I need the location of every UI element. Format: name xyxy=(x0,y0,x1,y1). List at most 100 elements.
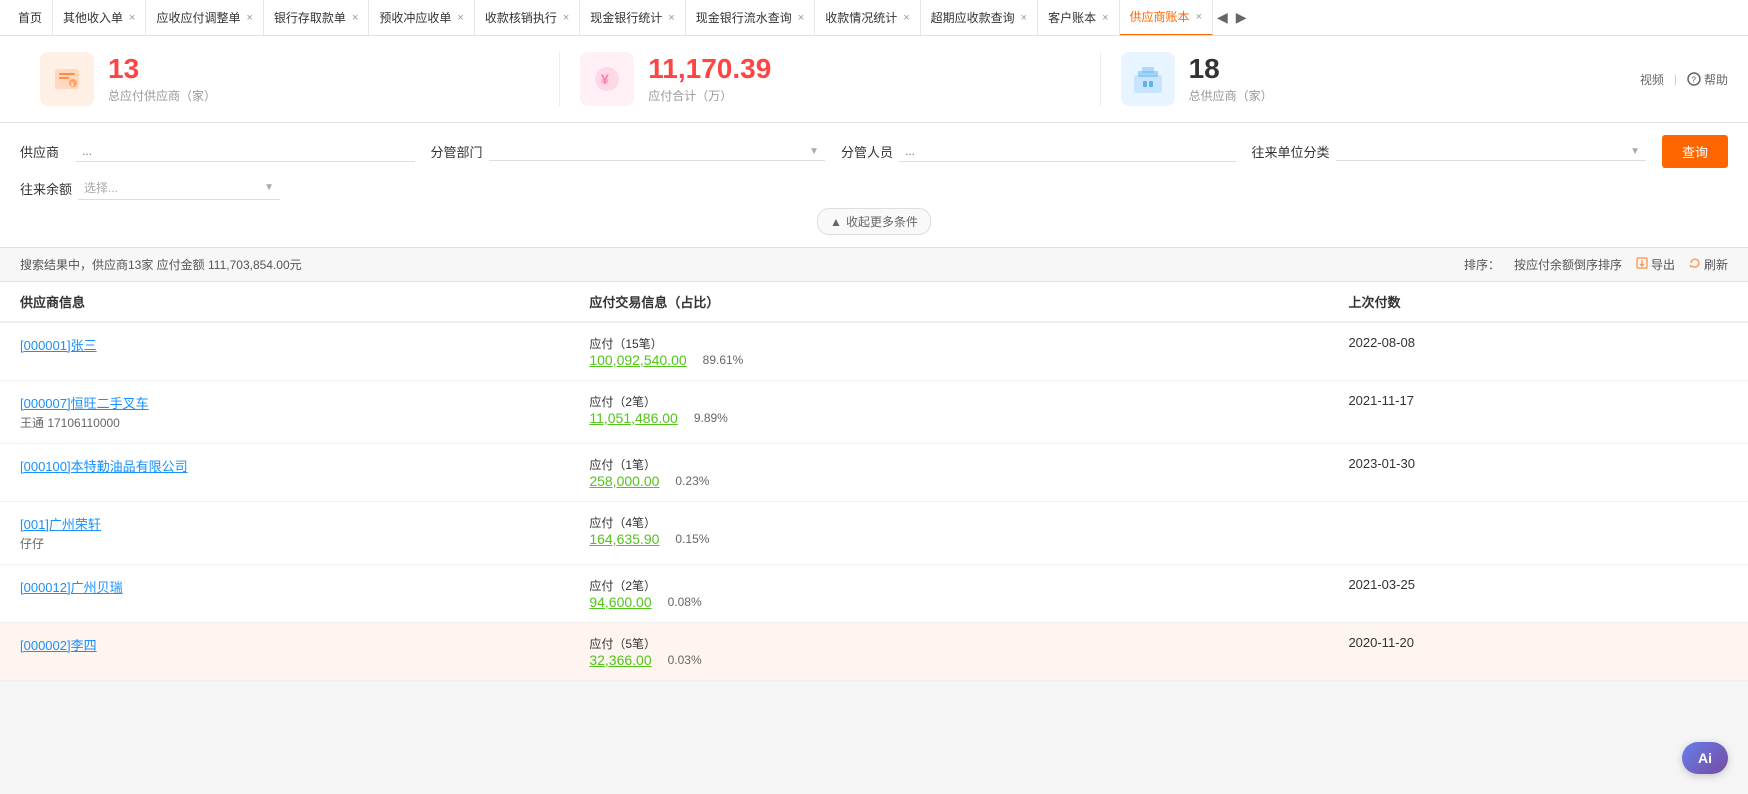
filter-person: 分管人员 xyxy=(841,141,1236,162)
tx-label: 应付（5笔） xyxy=(589,635,1348,652)
nav-tab-label: 收款核销执行 xyxy=(485,9,557,26)
refresh-icon xyxy=(1689,257,1701,272)
nav-tab-label: 预收冲应收单 xyxy=(379,9,451,26)
nav-tab-other-income[interactable]: 其他收入单 × xyxy=(53,0,146,36)
nav-tab-collection-stats[interactable]: 收款情况统计 × xyxy=(815,0,920,36)
tx-label: 应付（1笔） xyxy=(589,456,1348,473)
close-icon[interactable]: × xyxy=(129,12,135,24)
nav-tab-prepay[interactable]: 预收冲应收单 × xyxy=(369,0,474,36)
payable-total-text: 11,170.39 应付合计（万） xyxy=(648,54,771,104)
last-pay-cell: 2021-03-25 xyxy=(1348,577,1728,592)
last-pay-date: 2022-08-08 xyxy=(1348,335,1415,350)
supplier-sub-info: 仔仔 xyxy=(20,535,589,552)
nav-tab-label: 超期应收款查询 xyxy=(931,9,1015,26)
dept-label: 分管部门 xyxy=(431,142,483,161)
collapse-button[interactable]: ▲ 收起更多条件 xyxy=(817,208,931,235)
close-icon[interactable]: × xyxy=(352,12,358,24)
person-input[interactable] xyxy=(899,141,1235,162)
close-icon[interactable]: × xyxy=(1021,12,1027,24)
nav-tab-cash-stats[interactable]: 现金银行统计 × xyxy=(580,0,685,36)
filter-dept: 分管部门 ▼ xyxy=(431,142,826,161)
supplier-info-cell: [000012]广州贝瑞 xyxy=(20,577,589,596)
tx-amount-link[interactable]: 100,092,540.00 xyxy=(589,352,686,368)
transaction-info-cell: 应付（1笔） 258,000.00 0.23% xyxy=(589,456,1348,489)
supplier-name-link[interactable]: [000100]本特勤油品有限公司 xyxy=(20,456,589,475)
header-supplier: 供应商信息 xyxy=(20,292,589,311)
nav-tab-bank[interactable]: 银行存取款单 × xyxy=(264,0,369,36)
table-row: [001]广州荣轩 仔仔 应付（4笔） 164,635.90 0.15% xyxy=(0,502,1748,565)
tx-percent: 0.08% xyxy=(668,595,702,609)
tx-amount-link[interactable]: 94,600.00 xyxy=(589,594,651,610)
close-icon[interactable]: × xyxy=(563,12,569,24)
transaction-info-cell: 应付（2笔） 11,051,486.00 9.89% xyxy=(589,393,1348,426)
transaction-info-cell: 应付（15笔） 100,092,540.00 89.61% xyxy=(589,335,1348,368)
filter-category: 往来单位分类 ▼ xyxy=(1252,142,1647,161)
table-row: [000001]张三 应付（15笔） 100,092,540.00 89.61%… xyxy=(0,323,1748,381)
ai-badge[interactable]: Ai xyxy=(1682,742,1728,774)
nav-tab-label: 应收应付调整单 xyxy=(156,9,240,26)
last-pay-date: 2023-01-30 xyxy=(1348,456,1415,471)
search-button[interactable]: 查询 xyxy=(1662,135,1728,168)
chevron-up-icon: ▲ xyxy=(830,215,842,229)
close-icon[interactable]: × xyxy=(903,12,909,24)
supplier-name-link[interactable]: [000002]李四 xyxy=(20,635,589,654)
tx-label: 应付（4笔） xyxy=(589,514,1348,531)
chevron-down-icon: ▼ xyxy=(1630,146,1640,157)
table-header: 供应商信息 应付交易信息（占比） 上次付数 xyxy=(0,282,1748,323)
category-select[interactable]: ▼ xyxy=(1336,143,1646,161)
supplier-info-cell: [000007]恒旺二手叉车 王通 17106110000 xyxy=(20,393,589,431)
supplier-name-link[interactable]: [001]广州荣轩 xyxy=(20,514,589,533)
filter-row-2: 往来余额 选择... ▼ xyxy=(20,176,1728,200)
transaction-info-cell: 应付（5笔） 32,366.00 0.03% xyxy=(589,635,1348,668)
help-link[interactable]: ? 帮助 xyxy=(1687,71,1728,88)
nav-tab-adjustment[interactable]: 应收应付调整单 × xyxy=(146,0,263,36)
chevron-down-icon: ▼ xyxy=(264,182,274,193)
nav-tab-supplier-ledger[interactable]: 供应商账本 × xyxy=(1120,0,1213,36)
nav-next-arrow[interactable]: ▶ xyxy=(1232,9,1251,26)
video-link[interactable]: 视频 xyxy=(1640,71,1664,88)
balance-label: 往来余额 xyxy=(20,179,72,198)
nav-prev-arrow[interactable]: ◀ xyxy=(1213,9,1232,26)
chevron-down-icon: ▼ xyxy=(809,146,819,157)
nav-tab-cash-flow[interactable]: 现金银行流水查询 × xyxy=(686,0,815,36)
payable-suppliers-label: 总应付供应商（家） xyxy=(108,87,216,104)
close-icon[interactable]: × xyxy=(457,12,463,24)
last-pay-cell: 2021-11-17 xyxy=(1348,393,1728,408)
payable-total-icon: ¥ xyxy=(580,52,634,106)
refresh-button[interactable]: 刷新 xyxy=(1689,256,1728,273)
nav-tab-home[interactable]: 首页 xyxy=(8,0,53,36)
nav-tab-overdue[interactable]: 超期应收款查询 × xyxy=(921,0,1038,36)
supplier-name-link[interactable]: [000007]恒旺二手叉车 xyxy=(20,393,589,412)
close-icon[interactable]: × xyxy=(798,12,804,24)
balance-select[interactable]: 选择... ▼ xyxy=(78,176,280,200)
export-button[interactable]: 导出 xyxy=(1636,256,1675,273)
category-label: 往来单位分类 xyxy=(1252,142,1330,161)
close-icon[interactable]: × xyxy=(668,12,674,24)
dept-select[interactable]: ▼ xyxy=(489,143,825,161)
supplier-input[interactable] xyxy=(76,141,415,162)
header-transaction: 应付交易信息（占比） xyxy=(589,292,1348,311)
total-suppliers-label: 总供应商（家） xyxy=(1189,87,1273,104)
top-navigation: 首页 其他收入单 × 应收应付调整单 × 银行存取款单 × 预收冲应收单 × 收… xyxy=(0,0,1748,36)
tx-amount-link[interactable]: 164,635.90 xyxy=(589,531,659,547)
tx-amount-link[interactable]: 32,366.00 xyxy=(589,652,651,668)
nav-tab-customer-ledger[interactable]: 客户账本 × xyxy=(1038,0,1119,36)
tx-percent: 0.15% xyxy=(675,532,709,546)
tx-label: 应付（15笔） xyxy=(589,335,1348,352)
close-icon[interactable]: × xyxy=(246,12,252,24)
svg-text:¥: ¥ xyxy=(71,82,74,88)
tx-percent: 89.61% xyxy=(703,353,744,367)
balance-select-placeholder: 选择... xyxy=(84,179,118,196)
transaction-info-cell: 应付（2笔） 94,600.00 0.08% xyxy=(589,577,1348,610)
tx-amount-link[interactable]: 258,000.00 xyxy=(589,473,659,489)
close-icon[interactable]: × xyxy=(1196,11,1202,23)
supplier-name-link[interactable]: [000012]广州贝瑞 xyxy=(20,577,589,596)
supplier-sub-info: 王通 17106110000 xyxy=(20,414,589,431)
supplier-name-link[interactable]: [000001]张三 xyxy=(20,335,589,354)
tx-amount-link[interactable]: 11,051,486.00 xyxy=(589,410,678,426)
sort-value[interactable]: 按应付余额倒序排序 xyxy=(1514,256,1622,273)
close-icon[interactable]: × xyxy=(1102,12,1108,24)
summary-card-payable-total: ¥ 11,170.39 应付合计（万） xyxy=(560,52,1100,106)
data-table: 供应商信息 应付交易信息（占比） 上次付数 [000001]张三 应付（15笔）… xyxy=(0,282,1748,681)
nav-tab-collection[interactable]: 收款核销执行 × xyxy=(475,0,580,36)
